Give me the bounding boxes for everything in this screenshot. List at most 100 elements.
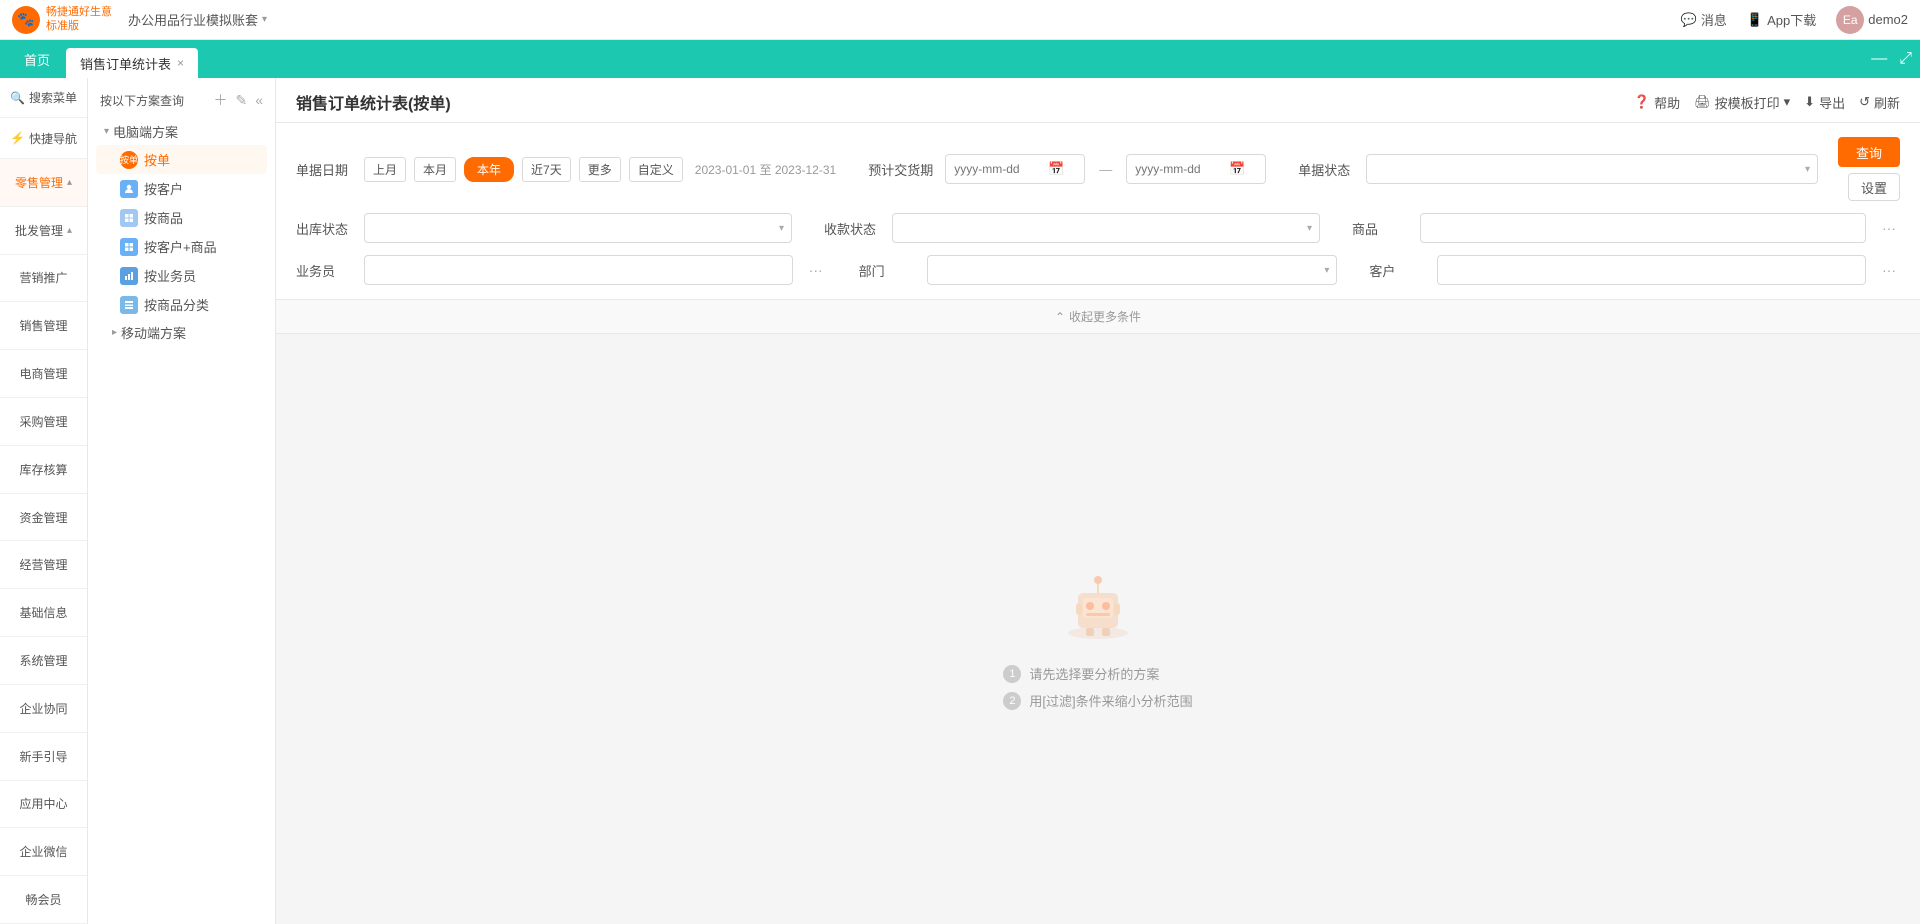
- bill-status-select[interactable]: [1366, 154, 1818, 184]
- refresh-icon: ↺: [1859, 94, 1870, 110]
- tree-child-customer-label: 按客户: [144, 179, 183, 198]
- filter-row-2: 出库状态 ▾ 收款状态 ▾ 商品 ···: [296, 213, 1900, 243]
- help-button[interactable]: ❓ 帮助: [1634, 93, 1680, 112]
- tab-close-icon[interactable]: ×: [177, 57, 184, 69]
- tab-active[interactable]: 销售订单统计表 ×: [66, 48, 198, 78]
- sidebar-item-wholesale[interactable]: 批发管理 ▴: [0, 207, 87, 255]
- tree-child-customer-product-label: 按客户+商品: [144, 237, 217, 256]
- sidebar-item-corp[interactable]: 企业协同: [0, 685, 87, 733]
- sidebar-item-basic[interactable]: 基础信息: [0, 589, 87, 637]
- sidebar-item-purchase[interactable]: 采购管理: [0, 398, 87, 446]
- help-label: 帮助: [1654, 93, 1680, 112]
- tree-child-category-label: 按商品分类: [144, 295, 209, 314]
- sidebar-retail-label: 零售管理: [15, 174, 63, 191]
- empty-tip-1: 1 请先选择要分析的方案: [1003, 664, 1192, 683]
- tree-child-by-customer-product[interactable]: 按客户+商品: [96, 232, 267, 261]
- tip-num-2: 2: [1003, 692, 1021, 710]
- calendar-start-icon[interactable]: 📅: [1048, 161, 1064, 177]
- salesperson-more-icon[interactable]: ···: [805, 262, 827, 278]
- salesperson-input[interactable]: [364, 255, 793, 285]
- add-scheme-icon[interactable]: ＋: [213, 90, 227, 110]
- department-select[interactable]: [927, 255, 1338, 285]
- sidebar-item-finance[interactable]: 资金管理: [0, 494, 87, 542]
- customer-label: 客户: [1369, 261, 1425, 280]
- sidebar-marketing-label: 营销推广: [19, 269, 67, 286]
- sidebar-appstore-label: 应用中心: [19, 795, 67, 812]
- app-download-button[interactable]: 📱 App下载: [1747, 10, 1816, 29]
- print-button[interactable]: 🖨 按模板打印 ▾: [1694, 93, 1790, 112]
- sidebar-item-operations[interactable]: 经营管理: [0, 541, 87, 589]
- edit-scheme-icon[interactable]: ✎: [235, 92, 247, 109]
- collapse-panel-icon[interactable]: «: [255, 92, 263, 108]
- tree-child-by-product[interactable]: 按商品: [96, 203, 267, 232]
- main-layout: 🔍 搜索菜单 ⚡ 快捷导航 零售管理 ▴ 批发管理 ▴ 营销推广 销售管理 电商…: [0, 78, 1920, 924]
- more-btn[interactable]: 更多: [579, 157, 621, 182]
- calendar-end-icon[interactable]: 📅: [1229, 161, 1245, 177]
- tree-mobile-section[interactable]: ▸ 移动端方案: [96, 319, 267, 346]
- export-button[interactable]: ⬇ 导出: [1804, 93, 1845, 112]
- customer-scheme-icon: [120, 180, 138, 198]
- sidebar-item-system[interactable]: 系统管理: [0, 637, 87, 685]
- sidebar-item-sales[interactable]: 销售管理: [0, 302, 87, 350]
- sidebar-item-appstore[interactable]: 应用中心: [0, 781, 87, 829]
- page-title: 销售订单统计表(按单): [296, 90, 451, 114]
- this-month-btn[interactable]: 本月: [414, 157, 456, 182]
- sidebar-item-member[interactable]: 畅会员: [0, 876, 87, 924]
- ship-status-label: 出库状态: [296, 219, 352, 238]
- sidebar-item-ecommerce[interactable]: 电商管理: [0, 350, 87, 398]
- empty-tip-2-text: 用[过滤]条件来缩小分析范围: [1029, 691, 1192, 710]
- sidebar-ecommerce-label: 电商管理: [19, 365, 67, 382]
- tree-child-by-bill[interactable]: 按单 按单: [96, 145, 267, 174]
- export-label: 导出: [1819, 93, 1845, 112]
- tip-num-1: 1: [1003, 665, 1021, 683]
- tab-active-label: 销售订单统计表: [80, 54, 171, 73]
- user-profile[interactable]: Ea demo2: [1836, 6, 1908, 34]
- refresh-label: 刷新: [1874, 93, 1900, 112]
- tab-home[interactable]: 首页: [8, 40, 66, 78]
- expected-date-start-input[interactable]: [954, 162, 1044, 176]
- filter-area: 单据日期 上月 本月 本年 近7天 更多 自定义 2023-01-01 至 20…: [276, 123, 1920, 300]
- tree-child-by-salesperson[interactable]: 按业务员: [96, 261, 267, 290]
- custom-btn[interactable]: 自定义: [629, 157, 683, 182]
- sidebar-search[interactable]: 🔍 搜索菜单: [0, 78, 87, 118]
- this-year-btn[interactable]: 本年: [464, 157, 514, 182]
- expected-date-end-input[interactable]: [1135, 162, 1225, 176]
- sidebar-item-marketing[interactable]: 营销推广: [0, 255, 87, 303]
- logo-text: 畅捷通好生意 标准版: [46, 6, 112, 32]
- nav-icon: ⚡: [10, 131, 25, 145]
- app-selector[interactable]: 办公用品行业模拟账套 ▾: [128, 10, 267, 29]
- product-more-icon[interactable]: ···: [1878, 220, 1900, 236]
- sidebar-item-wechat[interactable]: 企业微信: [0, 828, 87, 876]
- collapse-icon: ⌃: [1055, 310, 1065, 324]
- last-7-days-btn[interactable]: 近7天: [522, 157, 571, 182]
- sidebar-nav-shortcut[interactable]: ⚡ 快捷导航: [0, 118, 87, 158]
- maximize-icon[interactable]: ⤢: [1899, 50, 1912, 68]
- customer-product-scheme-icon: [120, 238, 138, 256]
- expand-icon-2: ▴: [67, 225, 72, 236]
- sidebar-item-inventory[interactable]: 库存核算: [0, 446, 87, 494]
- tree-arrow-right-icon: ▸: [112, 327, 117, 338]
- receipt-status-select[interactable]: [892, 213, 1320, 243]
- customer-input[interactable]: [1437, 255, 1866, 285]
- minimize-icon[interactable]: —: [1871, 50, 1887, 68]
- last-month-btn[interactable]: 上月: [364, 157, 406, 182]
- sidebar-item-retail[interactable]: 零售管理 ▴: [0, 159, 87, 207]
- message-icon: 💬: [1681, 12, 1697, 28]
- tree-mobile-label: 移动端方案: [121, 323, 186, 342]
- product-input[interactable]: [1420, 213, 1866, 243]
- refresh-button[interactable]: ↺ 刷新: [1859, 93, 1900, 112]
- sidebar-item-newbie[interactable]: 新手引导: [0, 733, 87, 781]
- tree-child-bill-label: 按单: [144, 150, 170, 169]
- message-button[interactable]: 💬 消息: [1681, 10, 1727, 29]
- tree-child-by-customer[interactable]: 按客户: [96, 174, 267, 203]
- settings-button[interactable]: 设置: [1848, 173, 1900, 201]
- tree-pc-section[interactable]: ▾ 电脑端方案: [96, 118, 267, 145]
- collapse-bar[interactable]: ⌃ 收起更多条件: [276, 300, 1920, 334]
- query-button[interactable]: 查询: [1838, 137, 1900, 167]
- customer-more-icon[interactable]: ···: [1878, 262, 1900, 278]
- tree-child-by-category[interactable]: 按商品分类: [96, 290, 267, 319]
- ship-status-select[interactable]: [364, 213, 792, 243]
- receipt-status-select-wrap: ▾: [892, 213, 1320, 243]
- category-scheme-icon: [120, 296, 138, 314]
- empty-tips: 1 请先选择要分析的方案 2 用[过滤]条件来缩小分析范围: [1003, 664, 1192, 710]
